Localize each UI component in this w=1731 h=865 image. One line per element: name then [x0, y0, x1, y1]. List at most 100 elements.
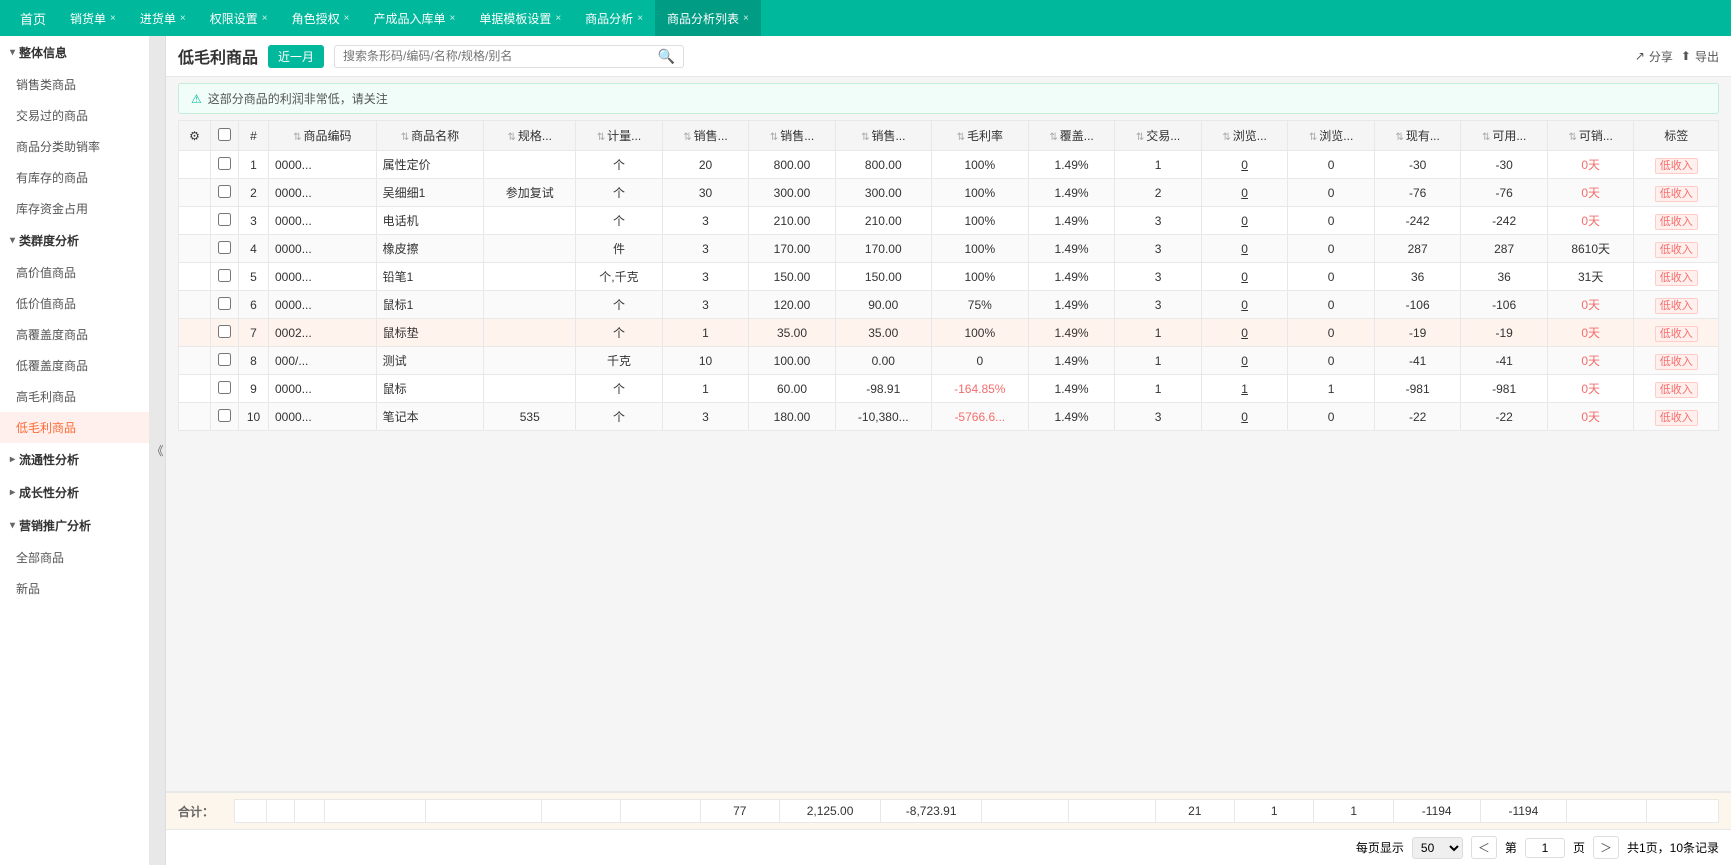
row-tag: 低收入 [1634, 263, 1719, 291]
row-available: -76 [1461, 179, 1548, 207]
sidebar-item-new-goods[interactable]: 新品 [0, 573, 149, 604]
page-label-pre: 第 [1505, 839, 1517, 856]
sidebar-item-all-goods[interactable]: 全部商品 [0, 542, 149, 573]
row-browse1[interactable]: 0 [1201, 319, 1288, 347]
col-gross-rate[interactable]: ⇅毛利率 [931, 121, 1028, 151]
nav-close-analysis[interactable]: × [637, 13, 643, 24]
sidebar-item-high-value[interactable]: 高价值商品 [0, 257, 149, 288]
export-btn[interactable]: ⬆ 导出 [1681, 48, 1719, 65]
row-gross-rate: 100% [931, 151, 1028, 179]
row-checkbox[interactable] [211, 263, 239, 291]
nav-close-sales[interactable]: × [110, 13, 116, 24]
sidebar-item-low-coverage[interactable]: 低覆盖度商品 [0, 350, 149, 381]
sidebar-group-growth[interactable]: ▸ 成长性分析 [0, 476, 149, 509]
sidebar-item-high-margin[interactable]: 高毛利商品 [0, 381, 149, 412]
row-num: 6 [239, 291, 269, 319]
sidebar-item-traded-goods[interactable]: 交易过的商品 [0, 100, 149, 131]
col-sales-qty[interactable]: ⇅销售... [662, 121, 749, 151]
row-checkbox[interactable] [211, 375, 239, 403]
row-browse1[interactable]: 0 [1201, 151, 1288, 179]
sidebar-item-category-rate[interactable]: 商品分类助销率 [0, 131, 149, 162]
row-browse1[interactable]: 0 [1201, 263, 1288, 291]
col-settings[interactable]: ⚙ [179, 121, 211, 151]
row-checkbox[interactable] [211, 151, 239, 179]
footer-sales-price: 2,125.00 [780, 800, 881, 823]
page-number-input[interactable] [1525, 838, 1565, 858]
nav-templates[interactable]: 单据模板设置 × [467, 0, 573, 36]
col-sales-price[interactable]: ⇅销售... [749, 121, 836, 151]
row-browse1[interactable]: 0 [1201, 179, 1288, 207]
sidebar-item-stock-goods[interactable]: 有库存的商品 [0, 162, 149, 193]
nav-sales[interactable]: 销货单 × [58, 0, 128, 36]
row-checkbox[interactable] [211, 319, 239, 347]
row-browse1[interactable]: 0 [1201, 403, 1288, 431]
page-size-select[interactable]: 50 100 200 [1412, 837, 1463, 859]
row-available: 287 [1461, 235, 1548, 263]
row-checkbox[interactable] [211, 235, 239, 263]
sidebar-item-sales-goods[interactable]: 销售类商品 [0, 69, 149, 100]
row-cover-rate: 1.49% [1028, 151, 1115, 179]
sidebar-group-cluster[interactable]: ▾ 类群度分析 [0, 224, 149, 257]
row-checkbox[interactable] [211, 403, 239, 431]
sidebar-item-low-value[interactable]: 低价值商品 [0, 288, 149, 319]
sidebar-item-low-margin[interactable]: 低毛利商品 [0, 412, 149, 443]
col-name[interactable]: ⇅商品名称 [376, 121, 484, 151]
row-checkbox[interactable] [211, 207, 239, 235]
col-browse1[interactable]: ⇅浏览... [1201, 121, 1288, 151]
row-browse1[interactable]: 0 [1201, 347, 1288, 375]
row-num: 8 [239, 347, 269, 375]
sidebar-group-marketing[interactable]: ▾ 营销推广分析 [0, 509, 149, 542]
total-info: 共1页，10条记录 [1627, 839, 1719, 856]
row-checkbox[interactable] [211, 179, 239, 207]
row-spec: 参加复试 [484, 179, 576, 207]
nav-close-products[interactable]: × [449, 13, 455, 24]
nav-close-roles[interactable]: × [344, 13, 350, 24]
table-container: ⚙ # ⇅商品编码 ⇅商品名称 ⇅规格... ⇅计量... ⇅销售... ⇅销售… [166, 120, 1731, 791]
col-checkbox[interactable] [211, 121, 239, 151]
nav-products[interactable]: 产成品入库单 × [361, 0, 467, 36]
col-code[interactable]: ⇅商品编码 [269, 121, 377, 151]
sidebar-group-overall[interactable]: ▾ 整体信息 [0, 36, 149, 69]
nav-close-analysis-list[interactable]: × [743, 13, 749, 24]
col-trade[interactable]: ⇅交易... [1115, 121, 1202, 151]
nav-analysis-list[interactable]: 商品分析列表 × [655, 0, 761, 36]
row-browse1[interactable]: 1 [1201, 375, 1288, 403]
row-browse1[interactable]: 0 [1201, 291, 1288, 319]
row-checkbox[interactable] [211, 347, 239, 375]
search-input[interactable] [343, 49, 658, 63]
col-current[interactable]: ⇅现有... [1374, 121, 1461, 151]
col-browse2[interactable]: ⇅浏览... [1288, 121, 1375, 151]
row-gross-rate: -5766.6... [931, 403, 1028, 431]
row-browse2: 0 [1288, 207, 1375, 235]
row-name: 橡皮擦 [376, 235, 484, 263]
row-checkbox[interactable] [211, 291, 239, 319]
col-available[interactable]: ⇅可用... [1461, 121, 1548, 151]
date-filter-btn[interactable]: 近一月 [268, 45, 324, 68]
nav-home[interactable]: 首页 [8, 0, 58, 36]
nav-permissions[interactable]: 权限设置 × [198, 0, 280, 36]
row-browse1[interactable]: 0 [1201, 207, 1288, 235]
sidebar-item-stock-capital[interactable]: 库存资金占用 [0, 193, 149, 224]
row-sales-profit: 300.00 [835, 179, 931, 207]
sidebar-item-high-coverage[interactable]: 高覆盖度商品 [0, 319, 149, 350]
select-all-checkbox[interactable] [218, 128, 231, 141]
nav-close-purchase[interactable]: × [180, 13, 186, 24]
row-trade: 3 [1115, 291, 1202, 319]
prev-page-btn[interactable]: ＜ [1471, 836, 1497, 859]
nav-roles[interactable]: 角色授权 × [280, 0, 362, 36]
col-saleable[interactable]: ⇅可销... [1547, 121, 1634, 151]
nav-purchase[interactable]: 进货单 × [128, 0, 198, 36]
nav-analysis[interactable]: 商品分析 × [573, 0, 655, 36]
col-spec[interactable]: ⇅规格... [484, 121, 576, 151]
sidebar-collapse-btn[interactable]: 《 [150, 36, 166, 865]
row-browse1[interactable]: 0 [1201, 235, 1288, 263]
share-btn[interactable]: ↗ 分享 [1635, 48, 1673, 65]
row-available: -242 [1461, 207, 1548, 235]
nav-close-permissions[interactable]: × [262, 13, 268, 24]
next-page-btn[interactable]: ＞ [1593, 836, 1619, 859]
sidebar-group-flow[interactable]: ▸ 流通性分析 [0, 443, 149, 476]
col-cover-rate[interactable]: ⇅覆盖... [1028, 121, 1115, 151]
col-unit[interactable]: ⇅计量... [576, 121, 663, 151]
col-sales-profit[interactable]: ⇅销售... [835, 121, 931, 151]
nav-close-templates[interactable]: × [555, 13, 561, 24]
